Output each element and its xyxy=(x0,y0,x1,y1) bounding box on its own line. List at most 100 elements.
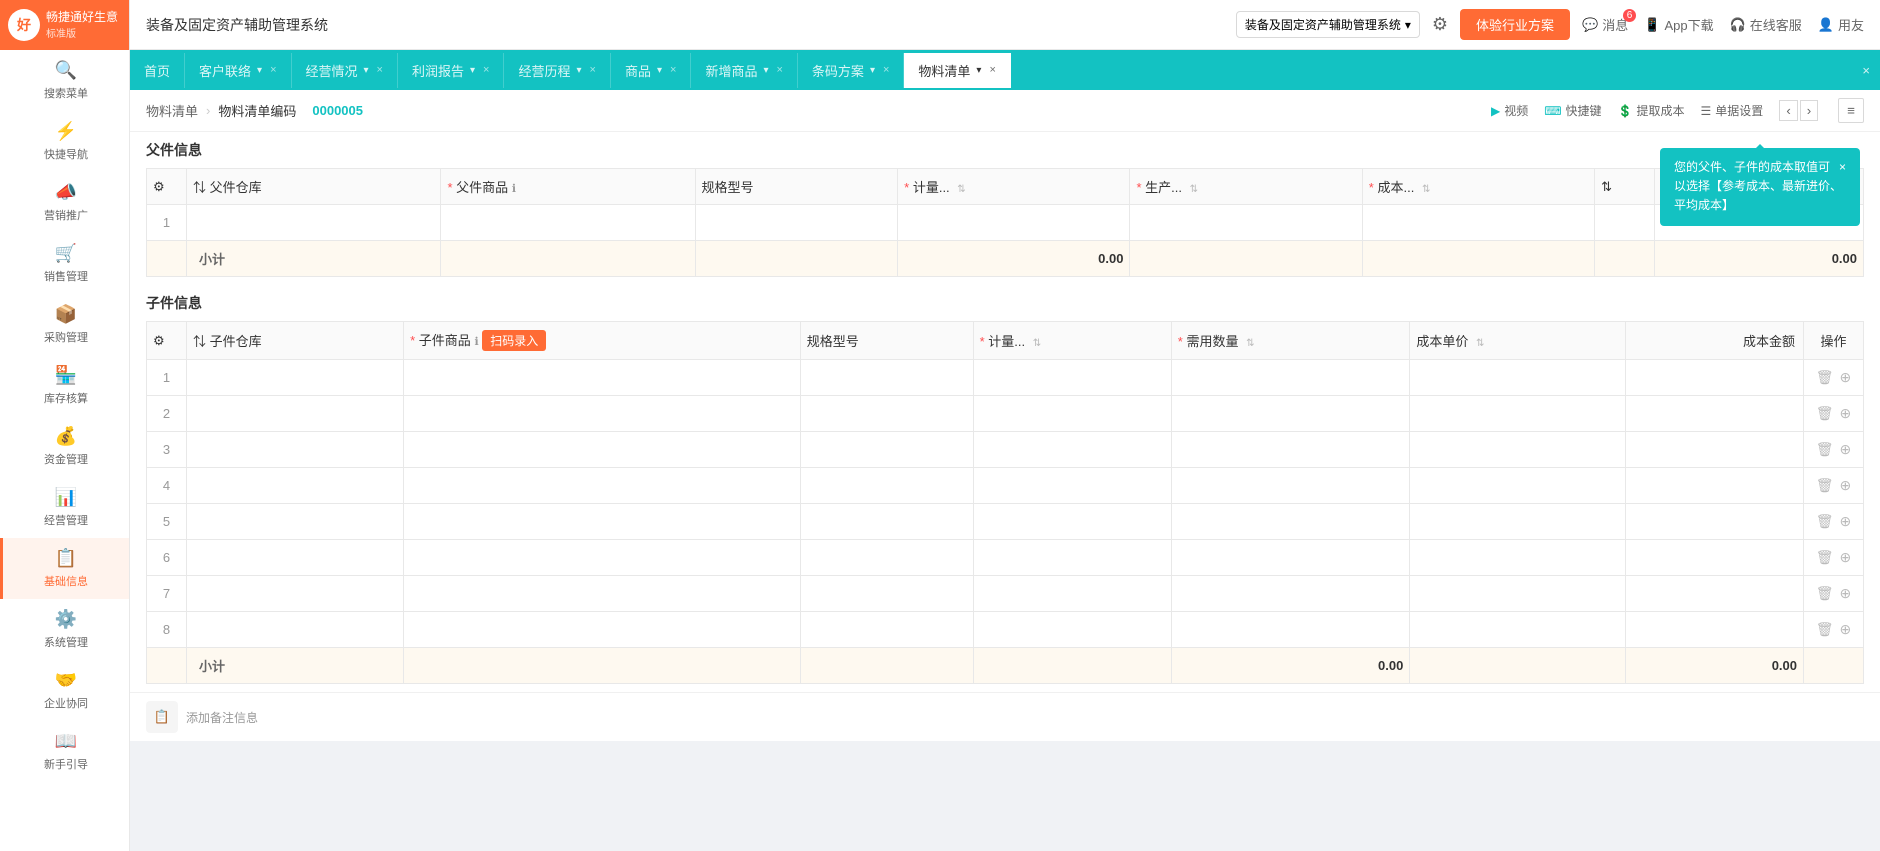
child-row-2-qty[interactable] xyxy=(1171,396,1410,432)
tab-operations[interactable]: 经营情况 ▾ × xyxy=(292,53,398,88)
sidebar-item-finance[interactable]: 💰 资金管理 xyxy=(0,416,129,477)
list-view-btn[interactable]: ≡ xyxy=(1838,98,1864,123)
tab-customer-close[interactable]: × xyxy=(270,64,276,76)
delete-icon-4[interactable]: 🗑 xyxy=(1816,477,1834,494)
tab-profit[interactable]: 利润报告 ▾ × xyxy=(398,53,504,88)
bottom-doc-icon[interactable]: 📋 xyxy=(146,701,178,733)
delete-icon-6[interactable]: 🗑 xyxy=(1816,549,1834,566)
tab-new-goods-close[interactable]: × xyxy=(776,64,782,76)
parent-row-1-sort[interactable] xyxy=(1595,205,1655,241)
child-row-7-unit[interactable] xyxy=(973,576,1171,612)
child-row-8-warehouse[interactable] xyxy=(187,612,404,648)
child-row-6-warehouse[interactable] xyxy=(187,540,404,576)
sidebar-item-quick-nav[interactable]: ⚡ 快捷导航 xyxy=(0,111,129,172)
single-settings-btn[interactable]: ☰ 单据设置 xyxy=(1701,102,1764,119)
child-row-8-unit[interactable] xyxy=(973,612,1171,648)
child-row-2-goods[interactable] xyxy=(404,396,801,432)
child-row-6-qty[interactable] xyxy=(1171,540,1410,576)
child-row-3-goods[interactable] xyxy=(404,432,801,468)
child-row-1-goods[interactable] xyxy=(404,360,801,396)
child-col-settings[interactable]: ⚙ xyxy=(147,322,187,360)
tab-barcode-close[interactable]: × xyxy=(883,64,889,76)
child-row-2-warehouse[interactable] xyxy=(187,396,404,432)
child-row-5-warehouse[interactable] xyxy=(187,504,404,540)
scan-btn[interactable]: 扫码录入 xyxy=(482,330,546,351)
sidebar-item-search[interactable]: 🔍 搜索菜单 xyxy=(0,50,129,111)
child-row-4-spec[interactable] xyxy=(800,468,973,504)
child-row-4-qty[interactable] xyxy=(1171,468,1410,504)
child-row-7-unit-price[interactable] xyxy=(1410,576,1625,612)
parent-col-settings[interactable]: ⚙ xyxy=(147,169,187,205)
parent-row-1-warehouse[interactable] xyxy=(187,205,441,241)
tab-close-all[interactable]: × xyxy=(1852,55,1880,86)
child-row-8-goods[interactable] xyxy=(404,612,801,648)
child-row-1-unit[interactable] xyxy=(973,360,1171,396)
tab-profit-close[interactable]: × xyxy=(483,64,489,76)
tooltip-close-btn[interactable]: × xyxy=(1839,158,1846,177)
child-row-7-goods[interactable] xyxy=(404,576,801,612)
app-download-btn[interactable]: 📱 App下载 xyxy=(1644,15,1713,34)
copy-icon-5[interactable]: ⊕ xyxy=(1840,513,1852,530)
gear-icon[interactable]: ⚙ xyxy=(1432,14,1448,35)
tab-goods[interactable]: 商品 ▾ × xyxy=(611,53,691,88)
tab-new-goods[interactable]: 新增商品 ▾ × xyxy=(691,53,797,88)
child-row-1-spec[interactable] xyxy=(800,360,973,396)
delete-icon-1[interactable]: 🗑 xyxy=(1816,369,1834,386)
child-row-1-qty[interactable] xyxy=(1171,360,1410,396)
shortcut-btn[interactable]: ⌨ 快捷键 xyxy=(1544,102,1601,119)
tab-history[interactable]: 经营历程 ▾ × xyxy=(504,53,610,88)
tab-operations-close[interactable]: × xyxy=(377,64,383,76)
delete-icon-8[interactable]: 🗑 xyxy=(1816,621,1834,638)
tab-customer[interactable]: 客户联络 ▾ × xyxy=(185,53,291,88)
child-row-5-qty[interactable] xyxy=(1171,504,1410,540)
child-row-2-unit[interactable] xyxy=(973,396,1171,432)
child-row-4-unit-price[interactable] xyxy=(1410,468,1625,504)
child-row-4-goods[interactable] xyxy=(404,468,801,504)
parent-row-1-unit[interactable] xyxy=(898,205,1130,241)
sidebar-item-enterprise[interactable]: 🤝 企业协同 xyxy=(0,660,129,721)
tab-barcode[interactable]: 条码方案 ▾ × xyxy=(798,53,904,88)
child-row-4-warehouse[interactable] xyxy=(187,468,404,504)
child-row-6-goods[interactable] xyxy=(404,540,801,576)
child-row-6-unit[interactable] xyxy=(973,540,1171,576)
child-row-2-spec[interactable] xyxy=(800,396,973,432)
sidebar-item-guide[interactable]: 📖 新手引导 xyxy=(0,721,129,782)
child-row-3-unit[interactable] xyxy=(973,432,1171,468)
sidebar-item-basic-info[interactable]: 📋 基础信息 xyxy=(0,538,129,599)
delete-icon-7[interactable]: 🗑 xyxy=(1816,585,1834,602)
child-row-1-warehouse[interactable] xyxy=(187,360,404,396)
parent-row-1-produce[interactable] xyxy=(1130,205,1362,241)
extract-cost-btn[interactable]: 💲 提取成本 xyxy=(1618,102,1685,119)
child-row-8-spec[interactable] xyxy=(800,612,973,648)
sidebar-item-purchase[interactable]: 📦 采购管理 xyxy=(0,294,129,355)
copy-icon-3[interactable]: ⊕ xyxy=(1840,441,1852,458)
child-row-4-unit[interactable] xyxy=(973,468,1171,504)
child-row-5-unit-price[interactable] xyxy=(1410,504,1625,540)
copy-icon-7[interactable]: ⊕ xyxy=(1840,585,1852,602)
experience-btn[interactable]: 体验行业方案 xyxy=(1460,9,1570,40)
tab-home[interactable]: 首页 xyxy=(130,53,185,88)
delete-icon-3[interactable]: 🗑 xyxy=(1816,441,1834,458)
parent-row-1-cost[interactable] xyxy=(1362,205,1594,241)
prev-btn[interactable]: ‹ xyxy=(1779,100,1797,121)
breadcrumb-list[interactable]: 物料清单 xyxy=(146,101,198,120)
child-row-6-spec[interactable] xyxy=(800,540,973,576)
child-row-7-qty[interactable] xyxy=(1171,576,1410,612)
parent-row-1-spec[interactable] xyxy=(695,205,898,241)
sidebar-item-marketing[interactable]: 📣 营销推广 xyxy=(0,172,129,233)
sidebar-item-inventory[interactable]: 🏪 库存核算 xyxy=(0,355,129,416)
delete-icon-5[interactable]: 🗑 xyxy=(1816,513,1834,530)
child-row-3-spec[interactable] xyxy=(800,432,973,468)
child-row-7-spec[interactable] xyxy=(800,576,973,612)
child-row-2-unit-price[interactable] xyxy=(1410,396,1625,432)
child-row-1-unit-price[interactable] xyxy=(1410,360,1625,396)
copy-icon-4[interactable]: ⊕ xyxy=(1840,477,1852,494)
child-row-5-goods[interactable] xyxy=(404,504,801,540)
user-btn[interactable]: 👤 用友 xyxy=(1818,15,1864,34)
child-row-3-unit-price[interactable] xyxy=(1410,432,1625,468)
next-btn[interactable]: › xyxy=(1800,100,1818,121)
child-row-6-unit-price[interactable] xyxy=(1410,540,1625,576)
copy-icon-1[interactable]: ⊕ xyxy=(1840,369,1852,386)
tab-bom[interactable]: 物料清单 ▾ × xyxy=(904,53,1010,88)
sidebar-item-sales[interactable]: 🛒 销售管理 xyxy=(0,233,129,294)
